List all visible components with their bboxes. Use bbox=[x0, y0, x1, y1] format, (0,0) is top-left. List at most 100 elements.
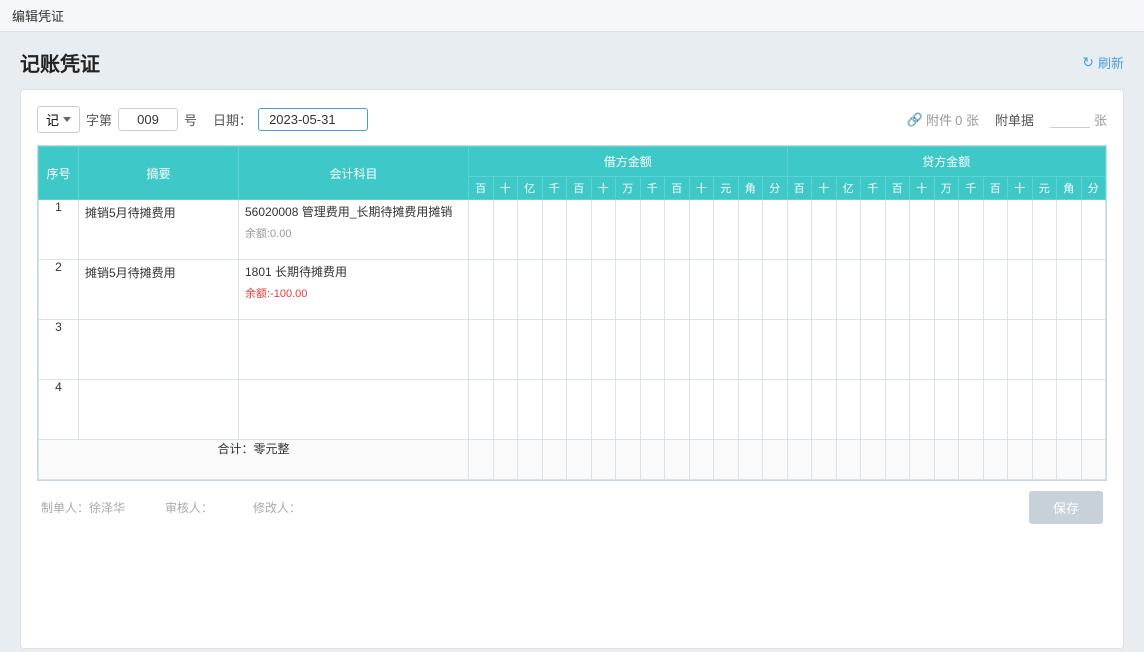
debit-digit-4-5[interactable] bbox=[567, 380, 592, 440]
credit-digit-2-9[interactable] bbox=[983, 260, 1008, 320]
credit-digit-4-1[interactable] bbox=[787, 380, 812, 440]
debit-digit-4-13[interactable] bbox=[763, 380, 788, 440]
credit-digit-3-4[interactable] bbox=[861, 320, 886, 380]
debit-digit-2-6[interactable] bbox=[591, 260, 616, 320]
credit-digit-2-3[interactable] bbox=[836, 260, 861, 320]
credit-digit-1-5[interactable] bbox=[885, 200, 910, 260]
credit-digit-3-1[interactable] bbox=[787, 320, 812, 380]
debit-digit-4-1[interactable] bbox=[469, 380, 494, 440]
debit-digit-1-6[interactable] bbox=[591, 200, 616, 260]
credit-digit-1-6[interactable] bbox=[910, 200, 935, 260]
debit-digit-2-10[interactable] bbox=[689, 260, 714, 320]
debit-digit-4-2[interactable] bbox=[493, 380, 518, 440]
debit-digit-3-11[interactable] bbox=[714, 320, 739, 380]
debit-digit-2-1[interactable] bbox=[469, 260, 494, 320]
debit-digit-2-11[interactable] bbox=[714, 260, 739, 320]
credit-digit-3-3[interactable] bbox=[836, 320, 861, 380]
credit-digit-3-10[interactable] bbox=[1008, 320, 1033, 380]
credit-digit-4-11[interactable] bbox=[1032, 380, 1057, 440]
debit-digit-4-7[interactable] bbox=[616, 380, 641, 440]
debit-digit-3-2[interactable] bbox=[493, 320, 518, 380]
save-button[interactable]: 保存 bbox=[1029, 491, 1103, 524]
debit-digit-2-7[interactable] bbox=[616, 260, 641, 320]
date-input[interactable] bbox=[258, 108, 368, 131]
debit-digit-3-1[interactable] bbox=[469, 320, 494, 380]
credit-digit-4-7[interactable] bbox=[934, 380, 959, 440]
debit-digit-3-4[interactable] bbox=[542, 320, 567, 380]
debit-digit-3-8[interactable] bbox=[640, 320, 665, 380]
debit-digit-3-10[interactable] bbox=[689, 320, 714, 380]
debit-digit-2-3[interactable] bbox=[518, 260, 543, 320]
credit-digit-4-8[interactable] bbox=[959, 380, 984, 440]
credit-digit-3-2[interactable] bbox=[812, 320, 837, 380]
debit-digit-2-13[interactable] bbox=[763, 260, 788, 320]
credit-digit-1-4[interactable] bbox=[861, 200, 886, 260]
debit-digit-4-10[interactable] bbox=[689, 380, 714, 440]
debit-digit-2-2[interactable] bbox=[493, 260, 518, 320]
debit-digit-2-8[interactable] bbox=[640, 260, 665, 320]
debit-digit-3-6[interactable] bbox=[591, 320, 616, 380]
credit-digit-3-12[interactable] bbox=[1057, 320, 1082, 380]
voucher-type-button[interactable]: 记 bbox=[37, 106, 80, 133]
credit-digit-1-12[interactable] bbox=[1057, 200, 1082, 260]
debit-digit-3-3[interactable] bbox=[518, 320, 543, 380]
debit-digit-1-2[interactable] bbox=[493, 200, 518, 260]
credit-digit-1-10[interactable] bbox=[1008, 200, 1033, 260]
account-cell-3[interactable] bbox=[239, 320, 469, 380]
debit-digit-1-8[interactable] bbox=[640, 200, 665, 260]
debit-digit-4-11[interactable] bbox=[714, 380, 739, 440]
debit-digit-4-4[interactable] bbox=[542, 380, 567, 440]
credit-digit-4-12[interactable] bbox=[1057, 380, 1082, 440]
debit-digit-2-12[interactable] bbox=[738, 260, 763, 320]
summary-cell-1[interactable]: 摊销5月待摊费用 bbox=[79, 200, 239, 260]
debit-digit-4-8[interactable] bbox=[640, 380, 665, 440]
account-cell-4[interactable] bbox=[239, 380, 469, 440]
debit-digit-1-12[interactable] bbox=[738, 200, 763, 260]
summary-cell-3[interactable] bbox=[79, 320, 239, 380]
credit-digit-2-11[interactable] bbox=[1032, 260, 1057, 320]
credit-digit-1-8[interactable] bbox=[959, 200, 984, 260]
credit-digit-2-12[interactable] bbox=[1057, 260, 1082, 320]
credit-digit-1-9[interactable] bbox=[983, 200, 1008, 260]
credit-digit-1-11[interactable] bbox=[1032, 200, 1057, 260]
debit-digit-3-5[interactable] bbox=[567, 320, 592, 380]
credit-digit-4-4[interactable] bbox=[861, 380, 886, 440]
credit-digit-3-5[interactable] bbox=[885, 320, 910, 380]
debit-digit-1-7[interactable] bbox=[616, 200, 641, 260]
debit-digit-1-4[interactable] bbox=[542, 200, 567, 260]
refresh-button[interactable]: ↻ 刷新 bbox=[1082, 53, 1124, 72]
credit-digit-2-6[interactable] bbox=[910, 260, 935, 320]
credit-digit-2-8[interactable] bbox=[959, 260, 984, 320]
credit-digit-4-3[interactable] bbox=[836, 380, 861, 440]
credit-digit-2-10[interactable] bbox=[1008, 260, 1033, 320]
credit-digit-4-2[interactable] bbox=[812, 380, 837, 440]
debit-digit-4-3[interactable] bbox=[518, 380, 543, 440]
debit-digit-1-13[interactable] bbox=[763, 200, 788, 260]
attach-link[interactable]: 🔗 附件 0 张 bbox=[907, 110, 979, 129]
credit-digit-3-6[interactable] bbox=[910, 320, 935, 380]
debit-digit-4-9[interactable] bbox=[665, 380, 690, 440]
credit-digit-1-13[interactable] bbox=[1081, 200, 1106, 260]
debit-digit-3-13[interactable] bbox=[763, 320, 788, 380]
credit-digit-2-1[interactable] bbox=[787, 260, 812, 320]
credit-digit-4-10[interactable] bbox=[1008, 380, 1033, 440]
summary-cell-4[interactable] bbox=[79, 380, 239, 440]
account-cell-1[interactable]: 56020008 管理费用_长期待摊费用摊销余额:0.00 bbox=[239, 200, 469, 260]
credit-digit-3-9[interactable] bbox=[983, 320, 1008, 380]
credit-digit-1-2[interactable] bbox=[812, 200, 837, 260]
credit-digit-2-4[interactable] bbox=[861, 260, 886, 320]
credit-digit-3-8[interactable] bbox=[959, 320, 984, 380]
debit-digit-3-7[interactable] bbox=[616, 320, 641, 380]
debit-digit-3-9[interactable] bbox=[665, 320, 690, 380]
credit-digit-2-13[interactable] bbox=[1081, 260, 1106, 320]
voucher-no-input[interactable] bbox=[118, 108, 178, 131]
debit-digit-4-12[interactable] bbox=[738, 380, 763, 440]
debit-digit-1-3[interactable] bbox=[518, 200, 543, 260]
debit-digit-1-11[interactable] bbox=[714, 200, 739, 260]
debit-digit-2-9[interactable] bbox=[665, 260, 690, 320]
credit-digit-2-2[interactable] bbox=[812, 260, 837, 320]
credit-digit-2-5[interactable] bbox=[885, 260, 910, 320]
credit-digit-1-7[interactable] bbox=[934, 200, 959, 260]
debit-digit-4-6[interactable] bbox=[591, 380, 616, 440]
debit-digit-2-4[interactable] bbox=[542, 260, 567, 320]
